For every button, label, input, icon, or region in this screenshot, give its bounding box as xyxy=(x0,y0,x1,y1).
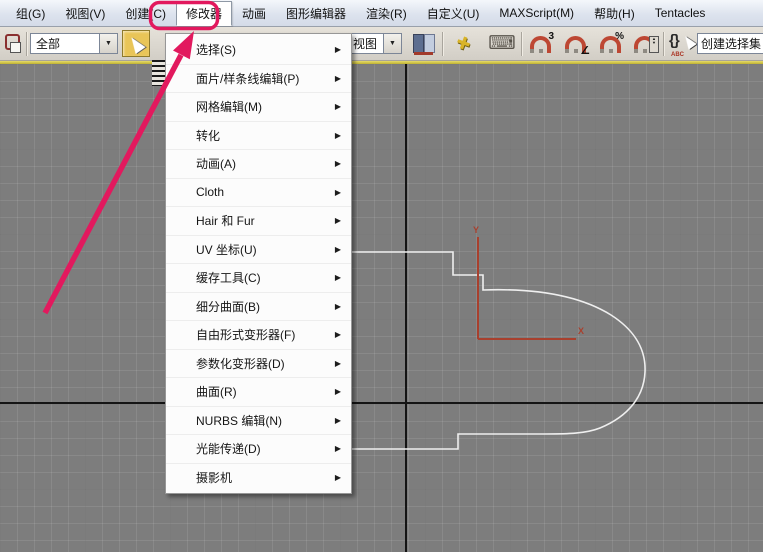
modifier-menu-item-label: 细分曲面(B) xyxy=(196,299,260,314)
mirror-button[interactable] xyxy=(409,30,439,57)
snap-toggle-3d-button[interactable]: 3 xyxy=(526,30,556,57)
magnet-percent-snap-icon: % xyxy=(598,31,624,56)
modifier-menu-item[interactable]: 曲面(R) ▶ xyxy=(166,378,351,407)
magnet-3d-snap-icon: 3 xyxy=(528,31,554,56)
select-and-link-icon xyxy=(4,33,22,54)
menu-help[interactable]: 帮助(H) xyxy=(584,1,645,26)
menu-rendering[interactable]: 渲染(R) xyxy=(356,1,417,26)
chevron-down-icon[interactable]: ▼ xyxy=(383,34,401,53)
select-object-button[interactable] xyxy=(122,30,150,57)
modifier-menu-item[interactable]: 缓存工具(C) ▶ xyxy=(166,264,351,293)
toolbar-separator xyxy=(663,32,665,56)
percent-snap-button[interactable]: % xyxy=(595,30,627,57)
submenu-arrow-icon: ▶ xyxy=(334,415,341,425)
submenu-arrow-icon: ▶ xyxy=(334,387,341,397)
submenu-arrow-icon: ▶ xyxy=(334,130,341,140)
submenu-arrow-icon: ▶ xyxy=(334,73,341,83)
modifier-menu-item-label: 面片/样条线编辑(P) xyxy=(196,71,300,86)
chevron-down-icon[interactable]: ▼ xyxy=(99,34,117,53)
submenu-arrow-icon: ▶ xyxy=(334,159,341,169)
modifier-menu-item-label: 摄影机 xyxy=(196,470,233,485)
submenu-arrow-icon: ▶ xyxy=(334,244,341,254)
modifier-menu-item-label: Hair 和 Fur xyxy=(196,214,255,229)
modifier-menu-item-label: 转化 xyxy=(196,128,221,143)
menu-maxscript[interactable]: MAXScript(M) xyxy=(489,2,584,24)
modifier-menu-item-label: 自由形式变形器(F) xyxy=(196,328,296,343)
modifier-menu-item[interactable]: 参数化变形器(D) ▶ xyxy=(166,350,351,378)
menu-bar: 组(G) 视图(V) 创建(C) 修改器 动画 图形编辑器 渲染(R) 自定义(… xyxy=(0,0,763,27)
menu-modifiers[interactable]: 修改器 xyxy=(176,0,233,26)
viewport[interactable] xyxy=(0,64,763,552)
selection-filter-value: 全部 xyxy=(36,37,61,51)
modifier-menu-item[interactable]: 光能传递(D) ▶ xyxy=(166,435,351,464)
modifier-menu-item-label: UV 坐标(U) xyxy=(196,242,257,257)
named-sets-icon: {} ABC xyxy=(668,32,697,58)
modifier-menu-item[interactable]: 选择(S) ▶ xyxy=(166,36,351,65)
menu-graph-editors[interactable]: 图形编辑器 xyxy=(276,1,356,26)
modifier-menu-item-label: 曲面(R) xyxy=(196,385,237,400)
modifier-menu-item-label: 参数化变形器(D) xyxy=(196,356,285,371)
submenu-arrow-icon: ▶ xyxy=(334,273,341,283)
named-selection-set-input[interactable] xyxy=(697,33,763,54)
menu-views[interactable]: 视图(V) xyxy=(55,1,115,26)
manipulate-icon: ✚ xyxy=(453,31,474,55)
stripes-icon xyxy=(152,60,165,86)
menu-animation[interactable]: 动画 xyxy=(232,1,276,26)
modifier-menu-item[interactable]: Cloth ▶ xyxy=(166,179,351,207)
toolbar-separator xyxy=(521,32,523,56)
modifier-menu-item[interactable]: UV 坐标(U) ▶ xyxy=(166,236,351,264)
submenu-arrow-icon: ▶ xyxy=(334,102,341,112)
submenu-arrow-icon: ▶ xyxy=(334,301,341,311)
spinner-snap-button[interactable]: ▲ ▼ xyxy=(629,30,661,57)
mirror-icon xyxy=(412,33,436,55)
modifier-menu-item[interactable]: Hair 和 Fur ▶ xyxy=(166,207,351,236)
submenu-arrow-icon: ▶ xyxy=(334,216,341,226)
magnet-spinner-snap-icon: ▲ ▼ xyxy=(632,32,659,56)
active-viewport-border xyxy=(0,61,763,64)
modifier-menu-item-label: 动画(A) xyxy=(196,157,236,172)
edit-named-selection-sets-button[interactable]: {} ABC xyxy=(666,30,697,58)
modifier-menu-item-label: 选择(S) xyxy=(196,43,236,58)
menu-customize[interactable]: 自定义(U) xyxy=(417,1,490,26)
modifier-menu-item-label: 光能传递(D) xyxy=(196,442,261,457)
modifier-menu-item-label: NURBS 编辑(N) xyxy=(196,413,282,428)
select-and-link-button[interactable] xyxy=(1,30,25,57)
main-toolbar: 全部 ▼ 视图 ▼ ✚ ⌨ 3 ∠ % ▲ ▼ {} ABC 创建选择集 xyxy=(0,27,763,86)
submenu-arrow-icon: ▶ xyxy=(334,45,341,55)
app-window: Y X 组(G) 视图(V) 创建(C) 修改器 动画 图形编辑器 渲染(R) … xyxy=(0,0,763,552)
modifier-menu-item[interactable]: 摄影机 ▶ xyxy=(166,464,351,492)
select-and-manipulate-button[interactable]: ✚ xyxy=(448,30,478,57)
submenu-arrow-icon: ▶ xyxy=(334,472,341,482)
menu-group[interactable]: 组(G) xyxy=(6,1,55,26)
toolbar-separator xyxy=(26,32,28,56)
modifier-menu-item[interactable]: 网格编辑(M) ▶ xyxy=(166,93,351,122)
submenu-arrow-icon: ▶ xyxy=(334,330,341,340)
select-cursor-icon xyxy=(126,33,146,54)
modifier-menu-item[interactable]: 细分曲面(B) ▶ xyxy=(166,293,351,321)
modifier-menu-item[interactable]: NURBS 编辑(N) ▶ xyxy=(166,407,351,435)
toolbar-separator xyxy=(442,32,444,56)
angle-snap-button[interactable]: ∠ xyxy=(560,30,592,57)
modifier-menu-item[interactable]: 面片/样条线编辑(P) ▶ xyxy=(166,65,351,93)
modifier-menu-item[interactable]: 自由形式变形器(F) ▶ xyxy=(166,321,351,350)
menu-create[interactable]: 创建(C) xyxy=(115,1,176,26)
submenu-arrow-icon: ▶ xyxy=(334,358,341,368)
magnet-angle-snap-icon: ∠ xyxy=(563,32,590,57)
submenu-arrow-icon: ▶ xyxy=(334,187,341,197)
modifier-menu-item-label: Cloth xyxy=(196,185,225,200)
modifier-menu-item-label: 网格编辑(M) xyxy=(196,100,262,115)
keyboard-icon: ⌨ xyxy=(488,33,516,54)
menu-tentacles[interactable]: Tentacles xyxy=(645,2,716,24)
submenu-arrow-icon: ▶ xyxy=(334,444,341,454)
modifier-menu-item[interactable]: 动画(A) ▶ xyxy=(166,150,351,179)
selection-filter-combo[interactable]: 全部 ▼ xyxy=(30,33,118,54)
keyboard-override-button[interactable]: ⌨ xyxy=(486,30,518,57)
modifier-menu-item-label: 缓存工具(C) xyxy=(196,271,261,286)
modifier-menu-item[interactable]: 转化 ▶ xyxy=(166,122,351,150)
modifier-menu: 选择(S) ▶ 面片/样条线编辑(P) ▶ 网格编辑(M) ▶ 转化 ▶ 动画(… xyxy=(165,33,352,494)
